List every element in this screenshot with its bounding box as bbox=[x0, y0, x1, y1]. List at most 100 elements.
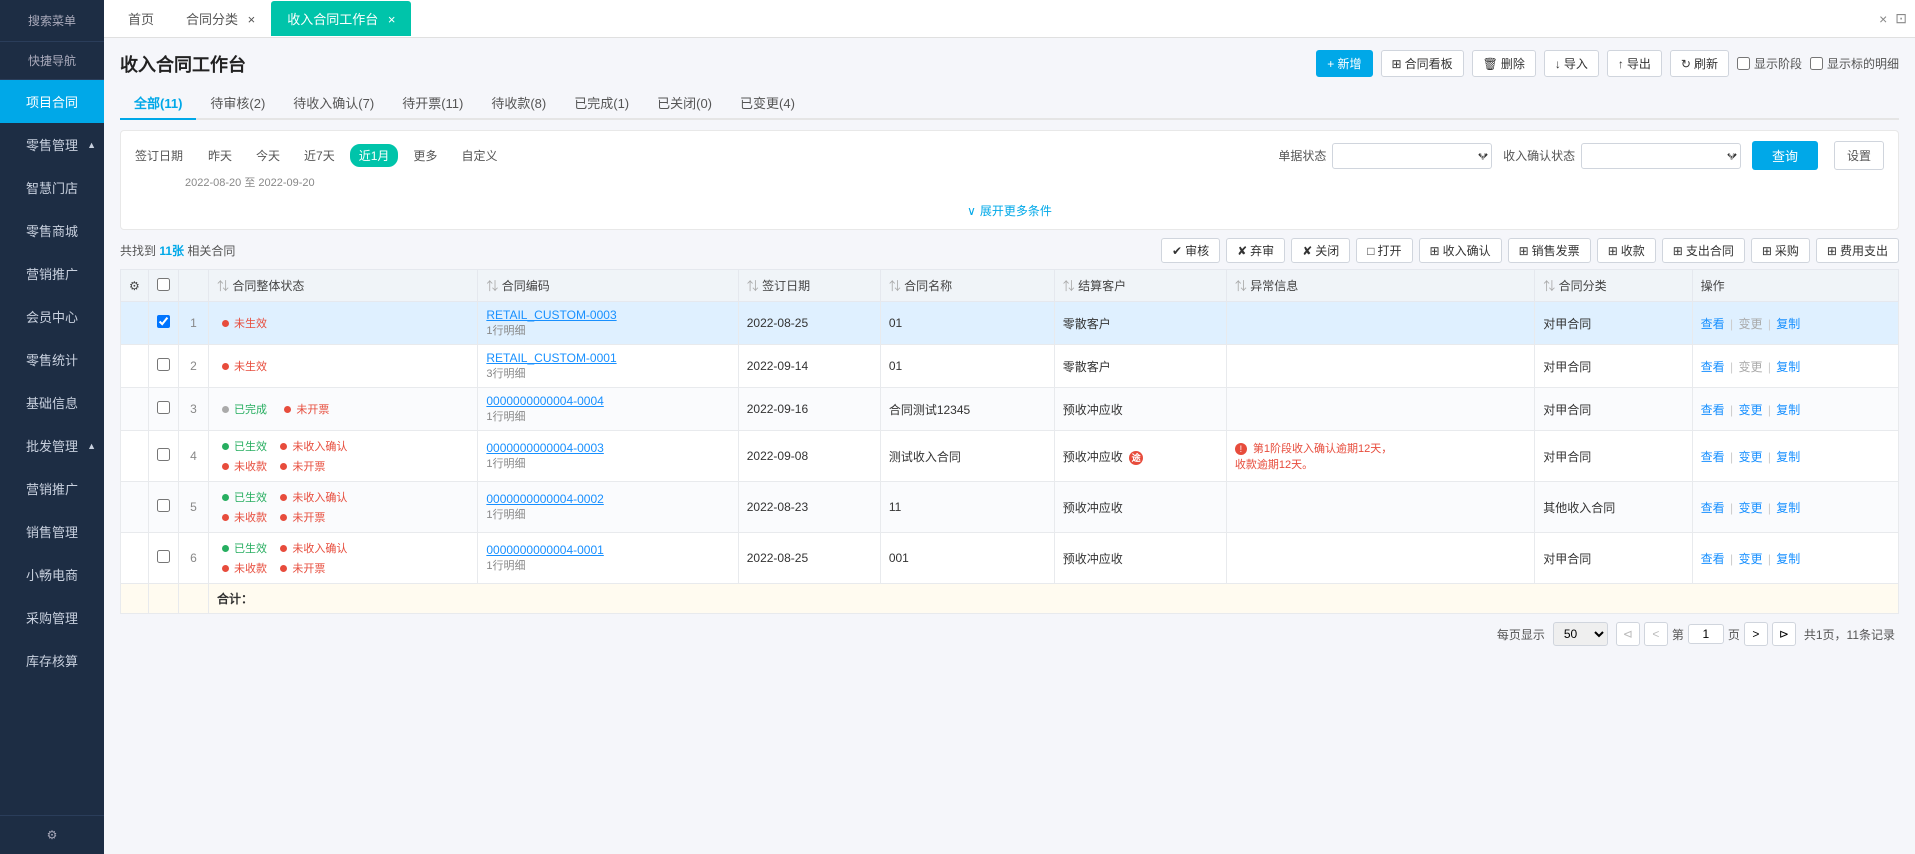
filter-row-1: 签订日期 昨天 今天 近7天 近1月 更多 自定义 单据状态 ∨ bbox=[135, 141, 1884, 170]
doc-status-select[interactable] bbox=[1332, 143, 1492, 169]
sidebar-item-purchase-mgmt[interactable]: 采购管理 bbox=[0, 596, 104, 639]
tab-income-workbench[interactable]: 收入合同工作台 × bbox=[271, 1, 411, 36]
close-contract-category-icon[interactable]: × bbox=[248, 12, 256, 27]
status-tab-changed[interactable]: 已变更(4) bbox=[726, 87, 809, 118]
view-link[interactable]: 查看 bbox=[1701, 403, 1725, 417]
main-area: 首页 合同分类 × 收入合同工作台 × × ⊡ 收入合同工作台 + 新增 ⊞ 合… bbox=[104, 0, 1915, 854]
change-link[interactable]: 变更 bbox=[1738, 317, 1762, 331]
query-button[interactable]: 查询 bbox=[1752, 141, 1818, 170]
sales-invoice-action-btn[interactable]: ⊞ 销售发票 bbox=[1508, 238, 1591, 263]
contract-link[interactable]: 0000000000004-0002 bbox=[486, 492, 603, 506]
sidebar-item-smart-store[interactable]: 智慧门店 bbox=[0, 166, 104, 209]
col-settings[interactable]: ⚙ bbox=[121, 270, 149, 302]
window-close-icon[interactable]: × bbox=[1879, 11, 1887, 27]
collection-action-btn[interactable]: ⊞ 收款 bbox=[1597, 238, 1656, 263]
sidebar-item-inventory[interactable]: 库存核算 bbox=[0, 639, 104, 682]
contract-link[interactable]: RETAIL_CUSTOM-0001 bbox=[486, 351, 616, 365]
sidebar-search[interactable]: 搜索菜单 bbox=[0, 0, 104, 42]
refresh-button[interactable]: ↻ 刷新 bbox=[1670, 50, 1729, 77]
status-tab-closed[interactable]: 已关闭(0) bbox=[643, 87, 726, 118]
contract-link[interactable]: 0000000000004-0001 bbox=[486, 543, 603, 557]
sidebar-item-xiaochang[interactable]: 小畅电商 bbox=[0, 553, 104, 596]
sidebar-item-marketing2[interactable]: 营销推广 bbox=[0, 467, 104, 510]
change-link[interactable]: 变更 bbox=[1738, 552, 1762, 566]
change-link[interactable]: 变更 bbox=[1738, 403, 1762, 417]
date-btn-last1month[interactable]: 近1月 bbox=[350, 144, 399, 167]
income-confirm-select[interactable] bbox=[1581, 143, 1741, 169]
expense-payout-action-btn[interactable]: ⊞ 费用支出 bbox=[1816, 238, 1899, 263]
next-page-btn[interactable]: > bbox=[1744, 622, 1768, 646]
expand-more-conditions[interactable]: ∨ 展开更多条件 bbox=[967, 202, 1052, 219]
copy-link[interactable]: 复制 bbox=[1776, 450, 1800, 464]
date-btn-more[interactable]: 更多 bbox=[404, 144, 446, 167]
sidebar-item-marketing[interactable]: 营销推广 bbox=[0, 252, 104, 295]
kanban-button[interactable]: ⊞ 合同看板 bbox=[1381, 50, 1464, 77]
page-input[interactable] bbox=[1688, 624, 1724, 644]
expenditure-contract-action-btn[interactable]: ⊞ 支出合同 bbox=[1662, 238, 1745, 263]
close-action-btn[interactable]: ✘ 关闭 bbox=[1291, 238, 1350, 263]
tab-home[interactable]: 首页 bbox=[112, 1, 170, 36]
sidebar-settings[interactable]: ⚙ bbox=[0, 815, 104, 854]
view-link[interactable]: 查看 bbox=[1701, 360, 1725, 374]
change-link[interactable]: 变更 bbox=[1738, 501, 1762, 515]
abandon-action-btn[interactable]: ✘ 弃审 bbox=[1226, 238, 1285, 263]
show-detail-checkbox[interactable]: 显示标的明细 bbox=[1810, 55, 1899, 72]
tab-contract-category[interactable]: 合同分类 × bbox=[170, 1, 271, 36]
sidebar-item-retail-mall[interactable]: 零售商城 bbox=[0, 209, 104, 252]
open-action-btn[interactable]: □ 打开 bbox=[1356, 238, 1412, 263]
status-tab-pending-invoice[interactable]: 待开票(11) bbox=[388, 87, 477, 118]
new-button[interactable]: + 新增 bbox=[1316, 50, 1372, 77]
show-stage-checkbox[interactable]: 显示阶段 bbox=[1737, 55, 1802, 72]
view-link[interactable]: 查看 bbox=[1701, 501, 1725, 515]
prev-page-btn[interactable]: < bbox=[1644, 622, 1668, 646]
copy-link[interactable]: 复制 bbox=[1776, 501, 1800, 515]
status-tab-pending-review[interactable]: 待审核(2) bbox=[196, 87, 279, 118]
sidebar-item-basic-info[interactable]: 基础信息 bbox=[0, 381, 104, 424]
sidebar-item-sales-mgmt[interactable]: 销售管理 bbox=[0, 510, 104, 553]
date-btn-last7[interactable]: 近7天 bbox=[295, 144, 344, 167]
purchase-action-btn[interactable]: ⊞ 采购 bbox=[1751, 238, 1810, 263]
sidebar-item-member-center[interactable]: 会员中心 bbox=[0, 295, 104, 338]
view-link[interactable]: 查看 bbox=[1701, 317, 1725, 331]
date-btn-yesterday[interactable]: 昨天 bbox=[199, 144, 241, 167]
contract-link[interactable]: 0000000000004-0003 bbox=[486, 441, 603, 455]
status-tab-pending-income-confirm[interactable]: 待收入确认(7) bbox=[279, 87, 388, 118]
sort-icon: ⇅ bbox=[1235, 279, 1247, 293]
contract-link[interactable]: RETAIL_CUSTOM-0003 bbox=[486, 308, 616, 322]
view-link[interactable]: 查看 bbox=[1701, 450, 1725, 464]
page-size-select[interactable]: 50 10 20 100 bbox=[1553, 622, 1608, 646]
last-page-btn[interactable]: ⊳ bbox=[1772, 622, 1796, 646]
status-tab-pending-collection[interactable]: 待收款(8) bbox=[477, 87, 560, 118]
sidebar-item-retail-mgmt[interactable]: 零售管理 bbox=[0, 123, 104, 166]
status-no-invoice-tag: 未开票 bbox=[279, 400, 334, 418]
change-link[interactable]: 变更 bbox=[1738, 450, 1762, 464]
delete-button[interactable]: 🗑 删除 bbox=[1472, 50, 1536, 77]
select-all-checkbox[interactable] bbox=[157, 278, 170, 291]
copy-link[interactable]: 复制 bbox=[1776, 403, 1800, 417]
date-btn-today[interactable]: 今天 bbox=[247, 144, 289, 167]
view-link[interactable]: 查看 bbox=[1701, 552, 1725, 566]
filter-setting-button[interactable]: 设置 bbox=[1834, 141, 1884, 170]
row-exception-info: ! 第1阶段收入确认逾期12天，收款逾期12天。 bbox=[1226, 431, 1534, 482]
status-tab-all[interactable]: 全部(11) bbox=[120, 87, 196, 120]
status-circle-red6 bbox=[280, 494, 287, 501]
contract-link[interactable]: 0000000000004-0004 bbox=[486, 394, 603, 408]
export-button[interactable]: ↑ 导出 bbox=[1607, 50, 1662, 77]
import-button[interactable]: ↓ 导入 bbox=[1544, 50, 1599, 77]
copy-link[interactable]: 复制 bbox=[1776, 317, 1800, 331]
window-maximize-icon[interactable]: ⊡ bbox=[1895, 10, 1907, 27]
date-btn-custom[interactable]: 自定义 bbox=[452, 144, 506, 167]
sidebar-item-wholesale-mgmt[interactable]: 批发管理 bbox=[0, 424, 104, 467]
row-settlement-customer: 零散客户 bbox=[1054, 345, 1226, 388]
status-tab-completed[interactable]: 已完成(1) bbox=[560, 87, 643, 118]
sidebar-quick-nav[interactable]: 快捷导航 bbox=[0, 42, 104, 80]
copy-link[interactable]: 复制 bbox=[1776, 552, 1800, 566]
review-action-btn[interactable]: ✔ 审核 bbox=[1161, 238, 1220, 263]
close-income-workbench-icon[interactable]: × bbox=[388, 12, 396, 27]
income-confirm-action-btn[interactable]: ⊞ 收入确认 bbox=[1419, 238, 1502, 263]
first-page-btn[interactable]: ⊲ bbox=[1616, 622, 1640, 646]
change-link[interactable]: 变更 bbox=[1738, 360, 1762, 374]
copy-link[interactable]: 复制 bbox=[1776, 360, 1800, 374]
sidebar-item-retail-stats[interactable]: 零售统计 bbox=[0, 338, 104, 381]
sidebar-item-project-contract[interactable]: 项目合同 bbox=[0, 80, 104, 123]
